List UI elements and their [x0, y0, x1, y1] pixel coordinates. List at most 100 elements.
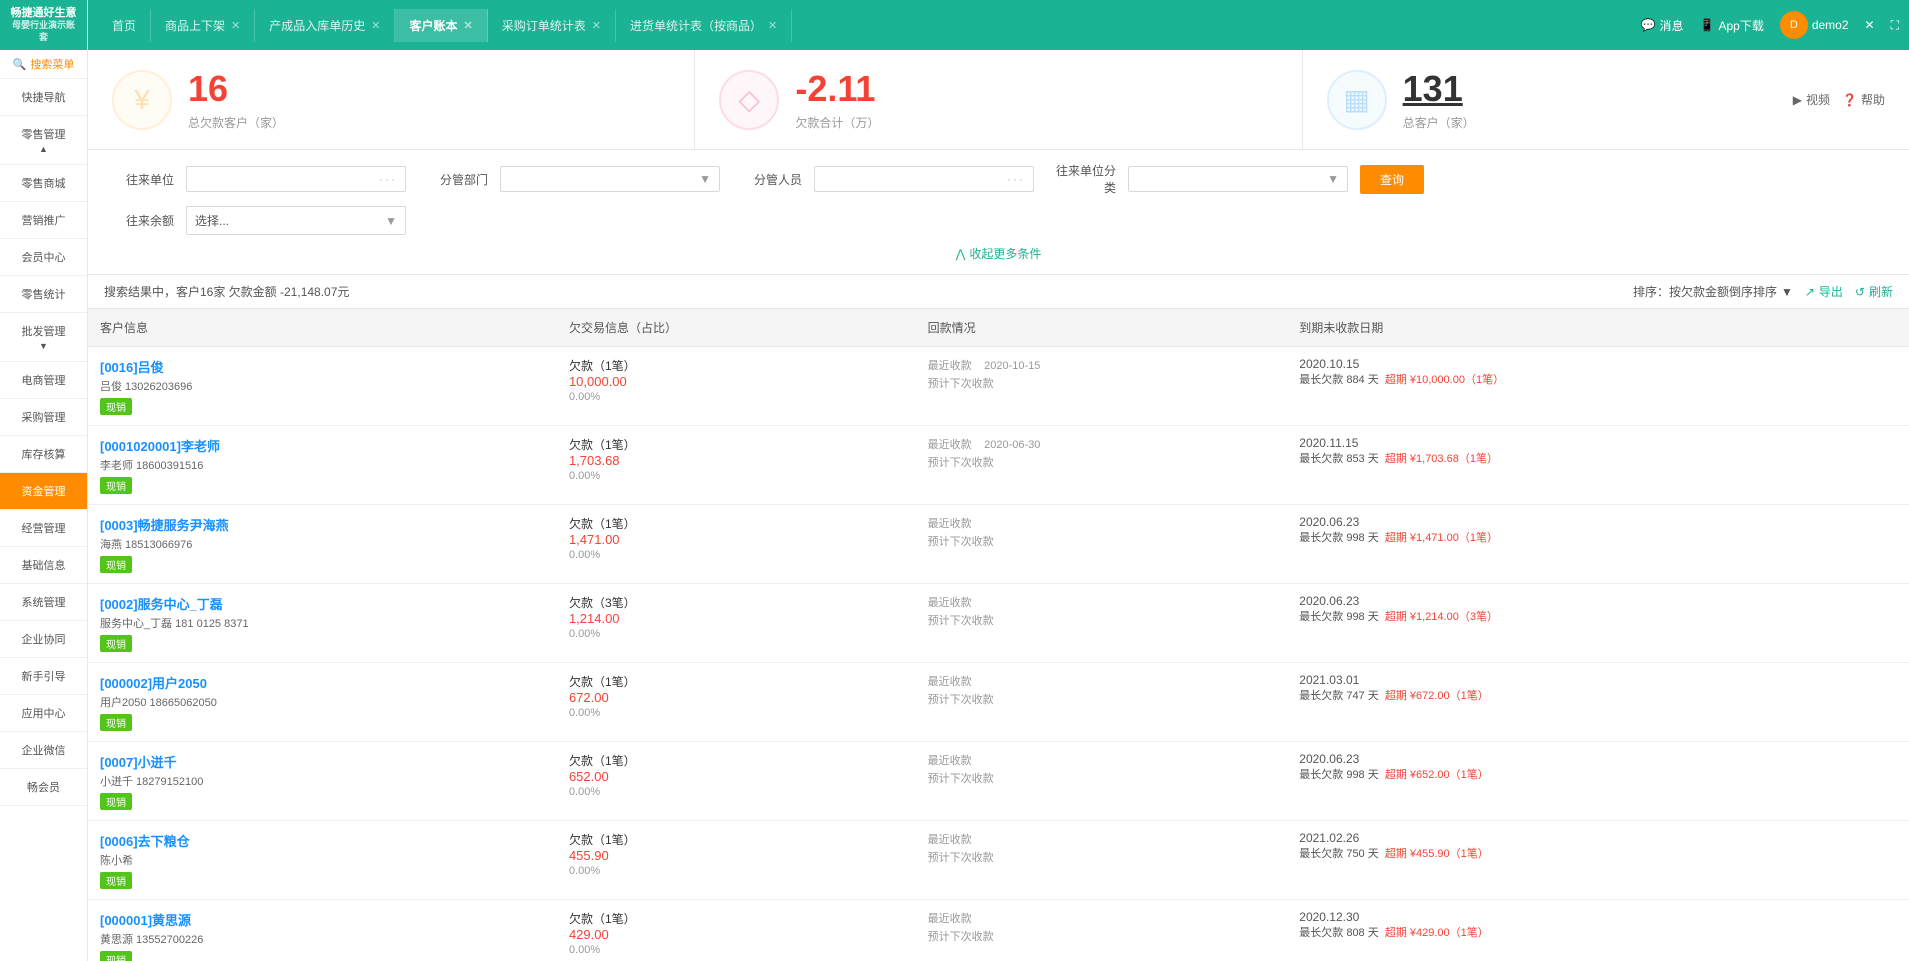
- overdue-customers-num: 16: [188, 68, 284, 110]
- sidebar-item-retail-mall[interactable]: 零售商城: [0, 165, 87, 202]
- owe-label: 欠款（1笔）: [569, 752, 904, 769]
- overdue-link[interactable]: 超期 ¥1,214.00（3笔）: [1385, 611, 1498, 623]
- person-input[interactable]: ···: [814, 166, 1034, 192]
- customer-name-link[interactable]: [000002]用户2050: [100, 676, 207, 691]
- overdue-link[interactable]: 超期 ¥1,471.00（1笔）: [1385, 532, 1498, 544]
- customer-contact: 用户2050 18665062050: [100, 694, 545, 710]
- query-button[interactable]: 查询: [1360, 165, 1424, 194]
- supplier-input[interactable]: ···: [186, 166, 406, 192]
- chevron-down-balance-icon: ▼: [385, 214, 397, 228]
- sidebar-item-wholesale-mgmt[interactable]: 批发管理 ▼: [0, 313, 87, 362]
- maximize-icon[interactable]: ⛶: [1891, 18, 1899, 33]
- sort-selector[interactable]: 排序：按欠款金额倒序排序 ▼: [1633, 283, 1793, 300]
- sidebar-item-basic-info[interactable]: 基础信息: [0, 547, 87, 584]
- help-button[interactable]: ❓ 帮助: [1842, 91, 1885, 108]
- collapse-button[interactable]: ⋀ 收起更多条件: [104, 245, 1893, 262]
- tab-purchase-order-stats[interactable]: 采购订单统计表 ✕: [488, 9, 616, 42]
- app-download-button[interactable]: 📱 App下载: [1700, 17, 1764, 34]
- refresh-button[interactable]: ↺ 刷新: [1855, 283, 1893, 300]
- recovery-cell: 最近收款 预计下次收款: [916, 821, 1288, 900]
- close-icon2[interactable]: ✕: [371, 19, 380, 32]
- col-owe-info: 欠交易信息（占比）: [557, 309, 916, 347]
- customer-name-link[interactable]: [0007]小迸千: [100, 755, 177, 770]
- sidebar-search[interactable]: 🔍 搜索菜单: [0, 50, 87, 79]
- overdue-link[interactable]: 超期 ¥429.00（1笔）: [1385, 927, 1489, 939]
- tab-product-shelf-label: 商品上下架: [165, 17, 225, 34]
- close-icon3[interactable]: ✕: [464, 19, 473, 32]
- close-icon4[interactable]: ✕: [592, 19, 601, 32]
- customer-name-link[interactable]: [0003]畅捷服务尹海燕: [100, 518, 229, 533]
- overdue-link[interactable]: 超期 ¥10,000.00（1笔）: [1385, 374, 1504, 386]
- owe-info-cell: 欠款（1笔） 652.00 0.00%: [557, 742, 916, 821]
- customer-name-link[interactable]: [000001]黄思源: [100, 913, 191, 928]
- total-overdue-num: -2.11: [795, 68, 879, 110]
- expire-date-value: 2020.06.23: [1299, 752, 1897, 766]
- summary-card-total-overdue: ◇ -2.11 欠款合计（万）: [695, 50, 1302, 149]
- tab-customer-account[interactable]: 客户账本 ✕: [395, 9, 487, 42]
- customer-tag: 现销: [100, 477, 132, 494]
- customer-name-link[interactable]: [0001020001]李老师: [100, 439, 220, 454]
- close-window-icon[interactable]: ✕: [1865, 18, 1875, 32]
- topbar: 首页 商品上下架 ✕ 产成品入库单历史 ✕ 客户账本 ✕ 采购订单统计表 ✕ 进…: [88, 0, 1909, 50]
- owe-amount: 429.00: [569, 927, 904, 942]
- customer-contact: 海燕 18513066976: [100, 536, 545, 552]
- sidebar-item-finance[interactable]: 资金管理: [0, 473, 87, 510]
- customer-name-link[interactable]: [0002]服务中心_丁磊: [100, 597, 223, 612]
- tab-home[interactable]: 首页: [98, 9, 151, 42]
- overdue-link[interactable]: 超期 ¥652.00（1笔）: [1385, 769, 1489, 781]
- owe-amount: 1,471.00: [569, 532, 904, 547]
- balance-select[interactable]: 选择... ▼: [186, 206, 406, 235]
- user-avatar-button[interactable]: D demo2: [1780, 11, 1849, 39]
- tab-production-history-label: 产成品入库单历史: [269, 17, 365, 34]
- sidebar-item-member[interactable]: 会员中心: [0, 239, 87, 276]
- table-row: [0006]去下粮仓 陈小希 现销 欠款（1笔） 455.90 0.00% 最近…: [88, 821, 1909, 900]
- messages-button[interactable]: 💬 消息: [1641, 17, 1684, 34]
- owe-label: 欠款（1笔）: [569, 436, 904, 453]
- app-download-label: App下载: [1718, 17, 1763, 34]
- sidebar-item-marketing[interactable]: 营销推广: [0, 202, 87, 239]
- dept-select[interactable]: ▼: [500, 166, 720, 192]
- close-icon5[interactable]: ✕: [768, 19, 777, 32]
- balance-value: 选择...: [195, 212, 229, 229]
- messages-label: 消息: [1660, 17, 1684, 34]
- overdue-link[interactable]: 超期 ¥1,703.68（1笔）: [1385, 453, 1498, 465]
- video-button[interactable]: ▶ 视频: [1793, 91, 1830, 108]
- sidebar-item-app-center[interactable]: 应用中心: [0, 695, 87, 732]
- sidebar-item-enterprise[interactable]: 企业协同: [0, 621, 87, 658]
- sidebar-item-retail-stats[interactable]: 零售统计: [0, 276, 87, 313]
- sidebar-item-quick-nav[interactable]: 快捷导航: [0, 79, 87, 116]
- tab-product-shelf[interactable]: 商品上下架 ✕: [151, 9, 255, 42]
- sidebar-item-member2[interactable]: 畅会员: [0, 769, 87, 806]
- sidebar-item-operations[interactable]: 经营管理: [0, 510, 87, 547]
- owe-pct: 0.00%: [569, 944, 904, 956]
- chevron-down-category-icon: ▼: [1327, 172, 1339, 186]
- overdue-link[interactable]: 超期 ¥672.00（1笔）: [1385, 690, 1489, 702]
- customer-info-cell: [0002]服务中心_丁磊 服务中心_丁磊 181 0125 8371 现销: [88, 584, 557, 663]
- owe-amount: 10,000.00: [569, 374, 904, 389]
- category-select[interactable]: ▼: [1128, 166, 1348, 192]
- tab-production-history[interactable]: 产成品入库单历史 ✕: [255, 9, 395, 42]
- sidebar-item-ecommerce[interactable]: 电商管理: [0, 362, 87, 399]
- close-icon[interactable]: ✕: [231, 19, 240, 32]
- supplier-dots: ···: [379, 172, 397, 186]
- customer-info-cell: [0016]吕俊 吕俊 13026203696 现销: [88, 347, 557, 426]
- export-button[interactable]: ↗ 导出: [1805, 283, 1843, 300]
- last-recovery-date: [975, 913, 984, 925]
- last-recovery-label: 最近收款: [928, 439, 972, 451]
- next-recovery-label: 预计下次收款: [928, 691, 1276, 707]
- owe-label: 欠款（1笔）: [569, 673, 904, 690]
- sidebar-item-purchase[interactable]: 采购管理: [0, 399, 87, 436]
- last-recovery-label: 最近收款: [928, 360, 972, 372]
- sidebar-item-system[interactable]: 系统管理: [0, 584, 87, 621]
- sidebar-item-retail-mgmt[interactable]: 零售管理 ▲: [0, 116, 87, 165]
- overdue-link[interactable]: 超期 ¥455.90（1笔）: [1385, 848, 1489, 860]
- sidebar-item-wechat[interactable]: 企业微信: [0, 732, 87, 769]
- collapse-label: 收起更多条件: [969, 245, 1041, 262]
- sidebar-item-inventory[interactable]: 库存核算: [0, 436, 87, 473]
- tab-purchase-stats-product[interactable]: 进货单统计表（按商品） ✕: [616, 9, 792, 42]
- customer-name-link[interactable]: [0006]去下粮仓: [100, 834, 190, 849]
- sidebar-item-guide[interactable]: 新手引导: [0, 658, 87, 695]
- finance-label: 资金管理: [22, 483, 66, 499]
- customer-name-link[interactable]: [0016]吕俊: [100, 360, 164, 375]
- last-recovery-date: [975, 518, 984, 530]
